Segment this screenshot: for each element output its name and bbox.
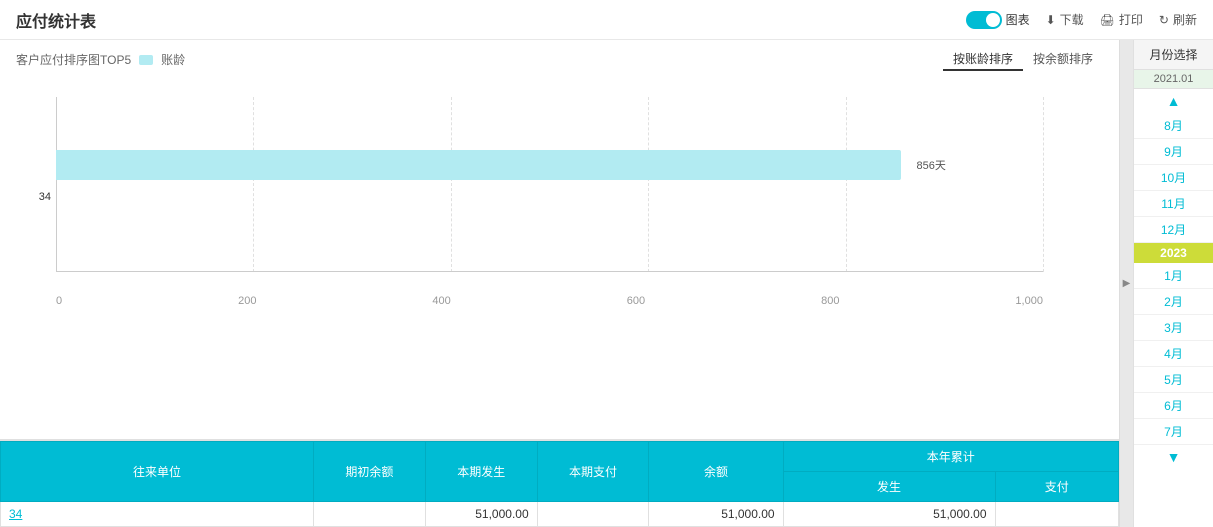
gridline-200: [253, 97, 254, 272]
sort-by-balance-btn[interactable]: 按余额排序: [1023, 48, 1103, 71]
sidebar-down-arrow[interactable]: ▼: [1134, 445, 1213, 469]
sidebar-month-7[interactable]: 7月: [1134, 419, 1213, 445]
cell-ytd-pay: [995, 502, 1119, 527]
bar-y-label: 34: [16, 191, 51, 203]
th-ytd-pay: 支付: [995, 472, 1119, 502]
x-label-1000: 1,000: [1015, 295, 1043, 307]
cell-ytd-occur: 51,000.00: [783, 502, 995, 527]
legend-bar-label: 账龄: [161, 51, 185, 68]
sidebar-collapse-btn[interactable]: ▶: [1119, 40, 1133, 527]
bar-inner: 856天: [56, 97, 1043, 272]
gridline-400: [451, 97, 452, 272]
print-btn[interactable]: 🖨 打印: [1100, 11, 1143, 28]
sidebar: 月份选择 2021.01 ▲ 8月 9月 10月 11月 12月 2023 1月…: [1133, 40, 1213, 527]
th-balance: 余额: [649, 442, 783, 502]
x-label-0: 0: [56, 295, 62, 307]
chart-legend: 客户应付排序图TOP5 账龄: [16, 51, 185, 68]
chart-header: 客户应付排序图TOP5 账龄 按账龄排序 按余额排序: [0, 40, 1119, 79]
sidebar-current-value: 2021.01: [1134, 70, 1213, 89]
sidebar-year-label[interactable]: 2023: [1134, 243, 1213, 263]
gridline-800: [846, 97, 847, 272]
sidebar-header: 月份选择: [1134, 40, 1213, 70]
sidebar-month-9[interactable]: 9月: [1134, 139, 1213, 165]
x-label-600: 600: [627, 295, 645, 307]
cell-source: 34: [1, 502, 314, 527]
sidebar-up-arrow[interactable]: ▲: [1134, 89, 1213, 113]
download-btn[interactable]: ⬇ 下载: [1046, 11, 1084, 28]
refresh-icon: ↻: [1159, 13, 1169, 27]
sidebar-month-4[interactable]: 4月: [1134, 341, 1213, 367]
gridline-0: [56, 97, 57, 272]
cell-balance: 51,000.00: [649, 502, 783, 527]
cell-payment: [537, 502, 649, 527]
source-link[interactable]: 34: [9, 507, 22, 521]
bar-chart-container: 34 856天: [0, 79, 1119, 439]
sidebar-month-1[interactable]: 1月: [1134, 263, 1213, 289]
main-content: 客户应付排序图TOP5 账龄 按账龄排序 按余额排序 34: [0, 40, 1213, 527]
x-label-200: 200: [238, 295, 256, 307]
x-label-800: 800: [821, 295, 839, 307]
app-header: 应付统计表 图表 ⬇ 下载 🖨 打印 ↻ 刷新: [0, 0, 1213, 40]
sidebar-month-6[interactable]: 6月: [1134, 393, 1213, 419]
data-table-area: 往来单位 期初余额 本期发生 本期支付 余额 本年累计 发生 支付: [0, 439, 1119, 527]
x-label-400: 400: [432, 295, 450, 307]
sidebar-month-12[interactable]: 12月: [1134, 217, 1213, 243]
x-axis-labels: 0 200 400 600 800 1,000: [56, 295, 1043, 307]
cell-opening: [314, 502, 426, 527]
th-ytd: 本年累计: [783, 442, 1118, 472]
sidebar-month-2[interactable]: 2月: [1134, 289, 1213, 315]
sidebar-month-3[interactable]: 3月: [1134, 315, 1213, 341]
chart-table-area: 客户应付排序图TOP5 账龄 按账龄排序 按余额排序 34: [0, 40, 1119, 527]
cell-current: 51,000.00: [425, 502, 537, 527]
sidebar-month-10[interactable]: 10月: [1134, 165, 1213, 191]
refresh-btn[interactable]: ↻ 刷新: [1159, 11, 1197, 28]
bar-end-label: 856天: [917, 157, 946, 173]
sidebar-wrapper: ▶ 月份选择 2021.01 ▲ 8月 9月 10月 11月 12月 2023 …: [1119, 40, 1213, 527]
th-current: 本期发生: [425, 442, 537, 502]
chart-bottom-border: [56, 271, 1043, 272]
gridline-600: [648, 97, 649, 272]
legend-label: 客户应付排序图TOP5: [16, 51, 131, 68]
th-source: 往来单位: [1, 442, 314, 502]
th-opening: 期初余额: [314, 442, 426, 502]
sidebar-month-11[interactable]: 11月: [1134, 191, 1213, 217]
bar-chart: 34 856天: [16, 87, 1103, 307]
download-icon: ⬇: [1046, 13, 1056, 27]
data-table: 往来单位 期初余额 本期发生 本期支付 余额 本年累计 发生 支付: [0, 441, 1119, 527]
header-actions: 图表 ⬇ 下载 🖨 打印 ↻ 刷新: [966, 11, 1197, 29]
sidebar-month-8[interactable]: 8月: [1134, 113, 1213, 139]
table-row: 34 51,000.00 51,000.00 51,000.00: [1, 502, 1119, 527]
chart-toggle-wrap[interactable]: 图表: [966, 11, 1030, 29]
legend-dot: [139, 55, 153, 65]
collapse-icon: ▶: [1123, 278, 1131, 289]
gridline-1000: [1043, 97, 1044, 272]
print-icon: 🖨: [1100, 13, 1115, 27]
sort-by-age-btn[interactable]: 按账龄排序: [943, 48, 1023, 71]
page-title: 应付统计表: [16, 8, 96, 32]
chart-toggle[interactable]: [966, 11, 1002, 29]
chart-sort-buttons: 按账龄排序 按余额排序: [943, 48, 1103, 71]
toggle-label: 图表: [1006, 11, 1030, 28]
bar-fill: 856天: [56, 150, 901, 180]
sidebar-month-5[interactable]: 5月: [1134, 367, 1213, 393]
th-ytd-occur: 发生: [783, 472, 995, 502]
th-payment: 本期支付: [537, 442, 649, 502]
